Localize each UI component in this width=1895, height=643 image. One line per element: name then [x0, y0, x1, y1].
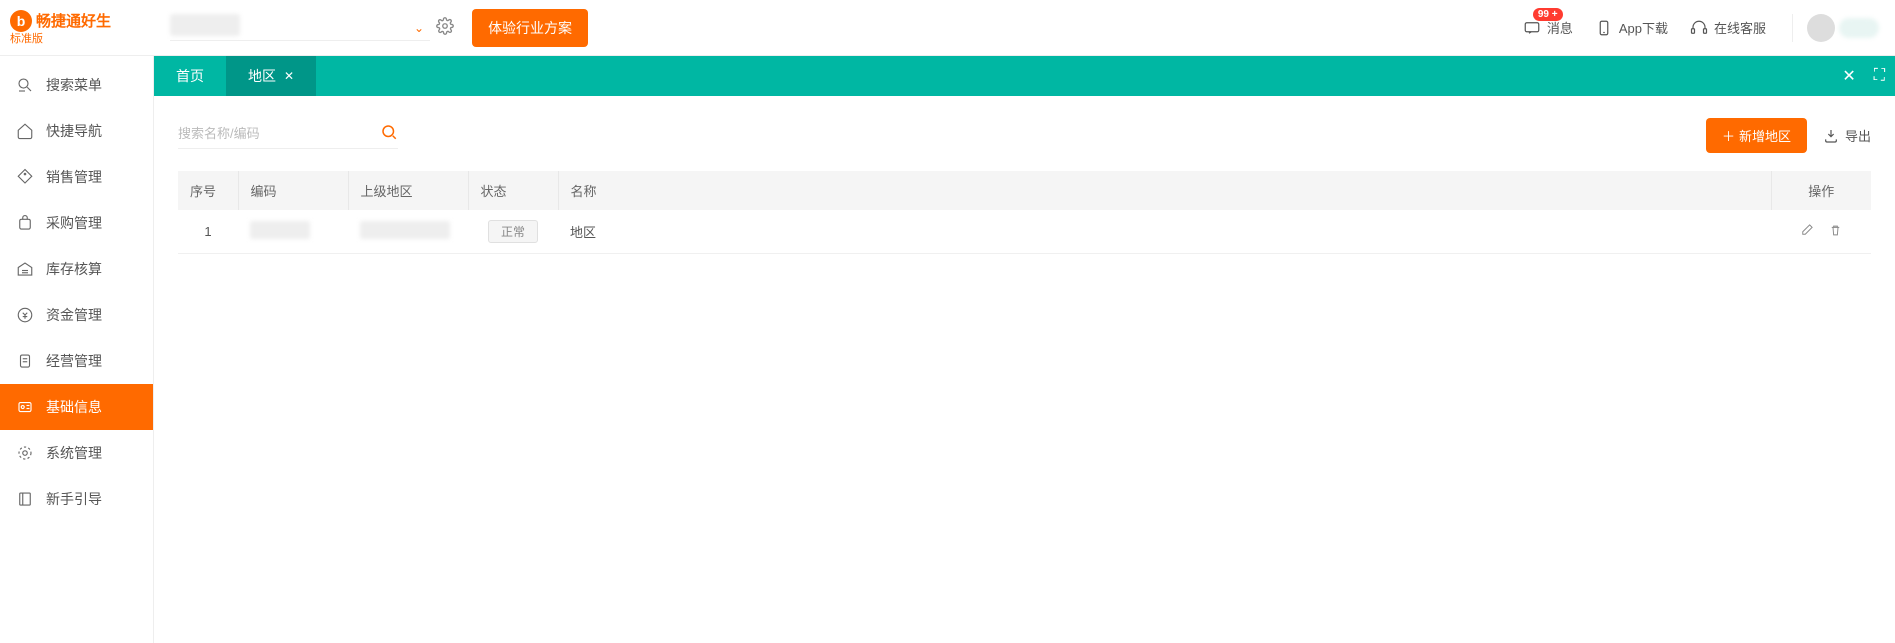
system-icon [16, 444, 34, 462]
sidebar-item-label: 采购管理 [46, 213, 102, 233]
sidebar-item-search-menu[interactable]: 搜索菜单 [0, 62, 153, 108]
table-row: 1 正常 地区 [178, 210, 1871, 254]
sidebar-item-system[interactable]: 系统管理 [0, 430, 153, 476]
sidebar-item-label: 新手引导 [46, 489, 102, 509]
export-icon [1823, 128, 1839, 144]
sidebar-item-label: 系统管理 [46, 443, 102, 463]
sidebar-item-label: 搜索菜单 [46, 75, 102, 95]
support-link[interactable]: 在线客服 [1690, 18, 1766, 37]
export-label: 导出 [1845, 126, 1871, 145]
cell-parent [348, 210, 468, 254]
brand-edition: 标准版 [10, 30, 43, 46]
tab-region[interactable]: 地区 ✕ [226, 56, 316, 96]
th-parent: 上级地区 [348, 171, 468, 210]
cell-actions [1771, 210, 1871, 254]
tab-label: 地区 [248, 66, 276, 86]
card-icon [16, 398, 34, 416]
sidebar-item-label: 快捷导航 [46, 121, 102, 141]
th-index: 序号 [178, 171, 238, 210]
export-button[interactable]: 导出 [1823, 126, 1871, 145]
redacted [250, 221, 310, 239]
gear-icon[interactable] [436, 17, 454, 38]
app-download-link[interactable]: App下载 [1595, 18, 1668, 37]
org-selector[interactable] [170, 14, 430, 41]
add-region-button[interactable]: ＋ 新增地区 [1706, 118, 1807, 153]
home-icon [16, 122, 34, 140]
th-name: 名称 [558, 171, 1771, 210]
cell-code [238, 210, 348, 254]
tab-home[interactable]: 首页 [154, 56, 226, 96]
cell-status: 正常 [468, 210, 558, 254]
user-name-redacted [1839, 18, 1879, 38]
clipboard-icon [16, 352, 34, 370]
sidebar-item-label: 基础信息 [46, 397, 102, 417]
close-icon[interactable]: ✕ [284, 69, 294, 83]
sidebar-item-label: 资金管理 [46, 305, 102, 325]
add-region-label: 新增地区 [1739, 126, 1791, 145]
sidebar-item-guide[interactable]: 新手引导 [0, 476, 153, 522]
support-label: 在线客服 [1714, 18, 1766, 37]
sidebar-item-basic-info[interactable]: 基础信息 [0, 384, 153, 430]
sidebar-item-label: 销售管理 [46, 167, 102, 187]
avatar [1807, 14, 1835, 42]
cell-name: 地区 [558, 210, 1771, 254]
logo-icon: b [10, 10, 32, 32]
sidebar-item-purchase[interactable]: 采购管理 [0, 200, 153, 246]
close-all-icon[interactable]: ✕ [1842, 66, 1855, 86]
warehouse-icon [16, 260, 34, 278]
message-icon [1523, 19, 1541, 37]
tab-label: 首页 [176, 66, 204, 86]
tab-bar: 首页 地区 ✕ ✕ ⛶ [154, 56, 1895, 96]
sidebar-item-label: 库存核算 [46, 259, 102, 279]
user-menu[interactable] [1792, 14, 1879, 42]
redacted [360, 221, 450, 239]
app-download-label: App下载 [1619, 18, 1668, 37]
cell-index: 1 [178, 210, 238, 254]
sidebar-item-quick-nav[interactable]: 快捷导航 [0, 108, 153, 154]
org-name-redacted [170, 14, 240, 36]
delete-icon[interactable] [1828, 223, 1843, 241]
tag-icon [16, 168, 34, 186]
sidebar-item-label: 经营管理 [46, 351, 102, 371]
headset-icon [1690, 19, 1708, 37]
th-status: 状态 [468, 171, 558, 210]
cta-button[interactable]: 体验行业方案 [472, 9, 588, 47]
edit-icon[interactable] [1799, 223, 1814, 241]
th-action: 操作 [1771, 171, 1871, 210]
search-icon[interactable] [380, 123, 398, 144]
search-box [178, 123, 398, 149]
sidebar-item-business[interactable]: 经营管理 [0, 338, 153, 384]
messages-link[interactable]: 99 + 消息 [1523, 18, 1573, 37]
region-table: 序号 编码 上级地区 状态 名称 操作 1 正常 地区 [178, 171, 1871, 254]
sidebar-item-funds[interactable]: 资金管理 [0, 292, 153, 338]
sidebar: 搜索菜单 快捷导航 销售管理 采购管理 库存核算 资金管理 经营管理 基础信息 [0, 56, 154, 643]
book-icon [16, 490, 34, 508]
status-badge: 正常 [488, 220, 538, 243]
money-icon [16, 306, 34, 324]
messages-badge: 99 + [1533, 8, 1563, 21]
chevron-down-icon[interactable]: ⌄ [414, 21, 424, 35]
bag-icon [16, 214, 34, 232]
brand-name: 畅捷通好生 [36, 10, 111, 31]
plus-icon: ＋ [1722, 126, 1735, 145]
brand-logo: b 畅捷通好生 标准版 [0, 10, 140, 46]
mobile-icon [1595, 19, 1613, 37]
th-code: 编码 [238, 171, 348, 210]
sidebar-item-inventory[interactable]: 库存核算 [0, 246, 153, 292]
fullscreen-icon[interactable]: ⛶ [1874, 67, 1885, 85]
sidebar-item-sales[interactable]: 销售管理 [0, 154, 153, 200]
search-menu-icon [16, 76, 34, 94]
search-input[interactable] [178, 126, 380, 141]
